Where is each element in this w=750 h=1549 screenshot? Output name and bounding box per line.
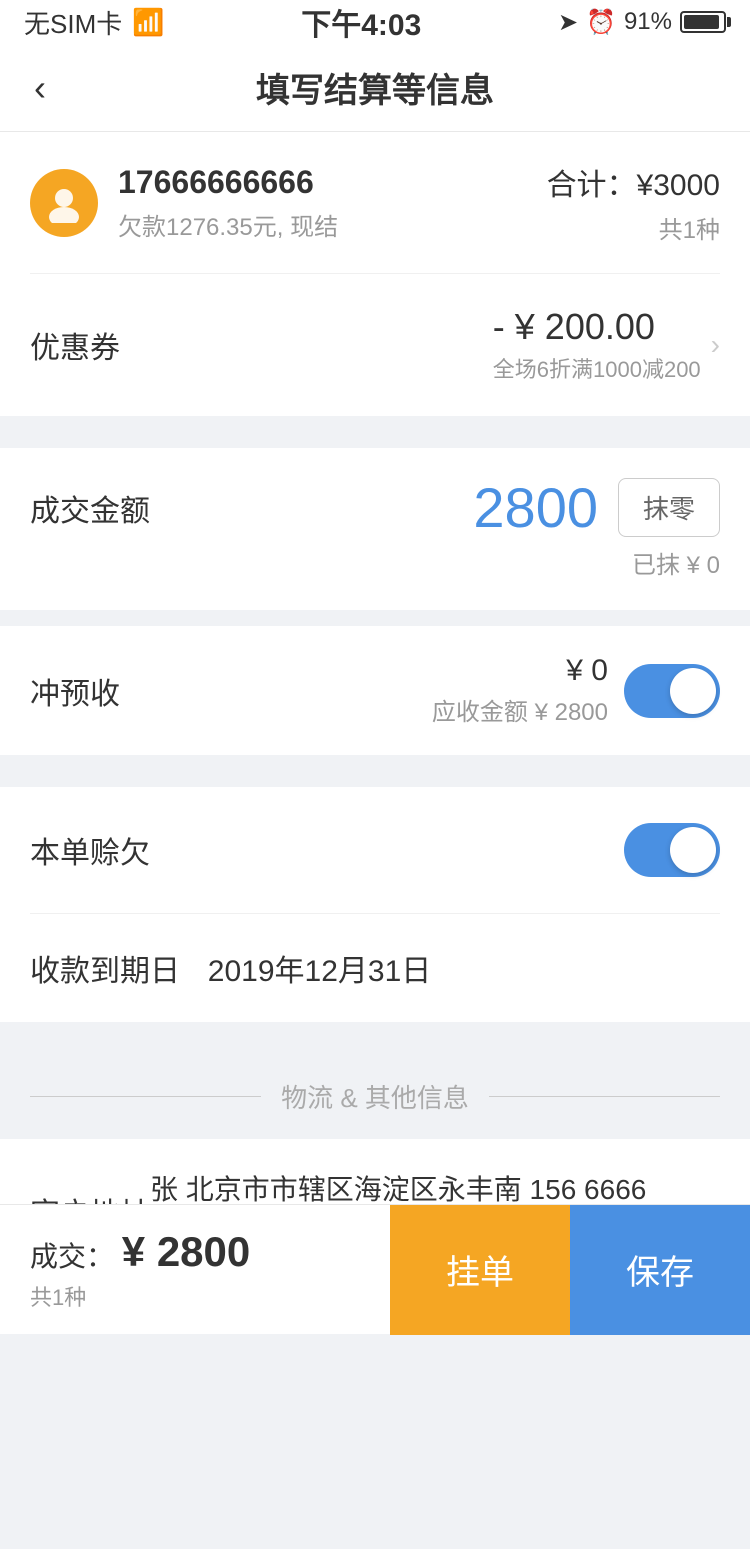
customer-right: 合计：¥3000 共1种 bbox=[547, 160, 720, 245]
alarm-icon: ⏰ bbox=[586, 8, 616, 37]
gray-separator-1 bbox=[0, 432, 750, 448]
round-button[interactable]: 抹零 bbox=[618, 478, 720, 537]
pre-receive-section: 冲预收 ¥ 0 应收金额 ¥ 2800 bbox=[0, 626, 750, 755]
customer-row: 17666666666 欠款1276.35元, 现结 合计：¥3000 共1种 bbox=[0, 132, 750, 273]
location-icon: ➤ bbox=[558, 8, 578, 37]
due-date-row: 收款到期日 2019年12月31日 bbox=[0, 914, 750, 1022]
battery-percent: 91% bbox=[624, 8, 672, 36]
save-button[interactable]: 保存 bbox=[570, 1205, 750, 1335]
pre-receive-row: 冲预收 ¥ 0 应收金额 ¥ 2800 bbox=[0, 626, 750, 755]
amount-row: 成交金额 2800 抹零 bbox=[30, 478, 720, 537]
debt-toggle[interactable] bbox=[624, 823, 720, 877]
coupon-row[interactable]: 优惠券 - ¥ 200.00 全场6折满1000减200 › bbox=[0, 274, 750, 416]
status-left: 无SIM卡 📶 bbox=[24, 4, 165, 41]
back-button[interactable]: ‹ bbox=[24, 57, 56, 119]
pre-receive-right: ¥ 0 应收金额 ¥ 2800 bbox=[432, 654, 720, 727]
sep-line-right bbox=[489, 1096, 720, 1097]
page-title: 填写结算等信息 bbox=[256, 63, 494, 112]
main-content: 17666666666 欠款1276.35元, 现结 合计：¥3000 共1种 … bbox=[0, 132, 750, 1549]
bottom-count: 共1种 bbox=[30, 1280, 360, 1312]
customer-info: 17666666666 欠款1276.35元, 现结 bbox=[118, 164, 338, 242]
carrier-text: 无SIM卡 bbox=[24, 4, 122, 41]
pre-receive-label: 冲预收 bbox=[30, 669, 120, 713]
status-bar: 无SIM卡 📶 下午4:03 ➤ ⏰ 91% bbox=[0, 0, 750, 44]
due-date-value: 2019年12月31日 bbox=[208, 955, 431, 988]
wifi-icon: 📶 bbox=[132, 7, 164, 38]
bottom-amount: ¥ 2800 bbox=[122, 1228, 250, 1275]
status-right: ➤ ⏰ 91% bbox=[558, 8, 726, 37]
battery-icon bbox=[680, 11, 726, 33]
hang-button[interactable]: 挂单 bbox=[390, 1205, 570, 1335]
due-date-label: 收款到期日 bbox=[30, 955, 180, 988]
total-amount: 合计：¥3000 bbox=[547, 160, 720, 204]
bottom-deal-label: 成交： bbox=[30, 1241, 114, 1272]
customer-section: 17666666666 欠款1276.35元, 现结 合计：¥3000 共1种 … bbox=[0, 132, 750, 416]
debt-toggle-knob bbox=[670, 827, 716, 873]
pre-receive-amount-group: ¥ 0 应收金额 ¥ 2800 bbox=[432, 654, 608, 727]
avatar bbox=[30, 169, 98, 237]
nav-bar: ‹ 填写结算等信息 bbox=[0, 44, 750, 132]
deal-amount-label: 成交金额 bbox=[30, 486, 150, 530]
pre-receive-amount: ¥ 0 bbox=[432, 654, 608, 688]
customer-left: 17666666666 欠款1276.35元, 现结 bbox=[30, 164, 338, 242]
logistics-sep-text: 物流 & 其他信息 bbox=[281, 1078, 469, 1115]
coupon-right: - ¥ 200.00 全场6折满1000减200 › bbox=[493, 306, 720, 384]
debt-section: 本单赊欠 收款到期日 2019年12月31日 bbox=[0, 787, 750, 1022]
gray-separator-2 bbox=[0, 771, 750, 787]
coupon-chevron-icon: › bbox=[711, 329, 720, 361]
pre-receive-sub: 应收金额 ¥ 2800 bbox=[432, 692, 608, 727]
coupon-amount: - ¥ 200.00 bbox=[493, 306, 701, 348]
bottom-bar: 成交： ¥ 2800 共1种 挂单 保存 bbox=[0, 1204, 750, 1334]
bottom-deal-line: 成交： ¥ 2800 bbox=[30, 1228, 360, 1276]
status-time: 下午4:03 bbox=[301, 0, 421, 44]
logistics-separator: 物流 & 其他信息 bbox=[0, 1054, 750, 1139]
pre-receive-toggle[interactable] bbox=[624, 664, 720, 718]
gray-separator-3 bbox=[0, 1038, 750, 1054]
debt-label: 本单赊欠 bbox=[30, 828, 150, 872]
amount-value-group: 2800 抹零 bbox=[473, 478, 720, 537]
total-count: 共1种 bbox=[547, 210, 720, 245]
coupon-values: - ¥ 200.00 全场6折满1000减200 bbox=[493, 306, 701, 384]
toggle-knob bbox=[670, 668, 716, 714]
amount-section: 成交金额 2800 抹零 已抹 ¥ 0 bbox=[0, 448, 750, 610]
sep-line-left bbox=[30, 1096, 261, 1097]
deal-amount-sub: 已抹 ¥ 0 bbox=[30, 545, 720, 580]
customer-phone: 17666666666 bbox=[118, 164, 338, 201]
deal-amount-value: 2800 bbox=[473, 480, 598, 536]
pre-receive-label-group: 冲预收 bbox=[30, 669, 120, 713]
customer-debt: 欠款1276.35元, 现结 bbox=[118, 207, 338, 242]
bottom-summary: 成交： ¥ 2800 共1种 bbox=[0, 1228, 390, 1312]
coupon-label: 优惠券 bbox=[30, 323, 120, 367]
debt-row: 本单赊欠 bbox=[0, 787, 750, 913]
coupon-desc: 全场6折满1000减200 bbox=[493, 352, 701, 384]
